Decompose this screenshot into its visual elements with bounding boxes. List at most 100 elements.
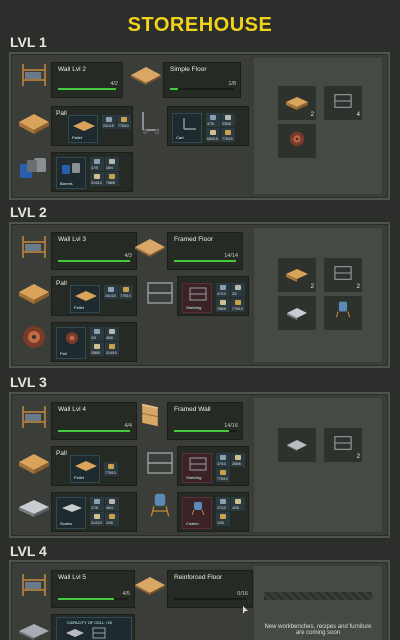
upgrade-count: 4/5 bbox=[122, 591, 130, 597]
storage-slot[interactable]: 2 bbox=[324, 258, 362, 292]
scale-icon bbox=[62, 504, 82, 512]
recipe-subcard[interactable]: Cart bbox=[172, 113, 202, 143]
storage-slot[interactable] bbox=[278, 428, 316, 462]
storage-area: 2 4 bbox=[254, 58, 382, 194]
upgrade-progress bbox=[58, 88, 116, 90]
pallet-icon bbox=[75, 461, 97, 471]
craft-card[interactable]: Pall Pallet 241/20 775/10 bbox=[51, 276, 137, 316]
recipe-subcard[interactable]: Scales bbox=[56, 497, 86, 529]
rack-icon bbox=[147, 282, 173, 304]
upgrade-card[interactable]: Framed Wall 14/16 bbox=[167, 402, 243, 440]
recipe-subcard[interactable]: Shelving bbox=[182, 453, 212, 483]
resource-item: 10/6 bbox=[216, 512, 230, 526]
upgrade-count: 4/3 bbox=[124, 253, 132, 259]
recipe-label: Pall bbox=[60, 351, 67, 356]
resource-item: 775/10 bbox=[104, 462, 118, 476]
upgrade-card[interactable]: Reinforced Floor 0/16 bbox=[167, 570, 253, 608]
cable-reel-icon bbox=[289, 131, 305, 147]
resource-list: 47/10 42/8 10/6 bbox=[216, 497, 245, 526]
craft-card[interactable]: Cistern 47/10 42/8 10/6 bbox=[177, 492, 249, 532]
upgrade-card[interactable]: Wall Lvl 3 4/3 bbox=[51, 232, 137, 270]
recipe-subcard[interactable]: Pallet bbox=[70, 285, 100, 313]
metal-plate-icon bbox=[19, 624, 49, 640]
resource-item: 775/15 bbox=[221, 128, 235, 142]
upgrade-count: 14/14 bbox=[224, 253, 238, 259]
storage-slot[interactable]: 2 bbox=[324, 428, 362, 462]
cistern-icon bbox=[150, 493, 170, 517]
wall-rack-icon bbox=[22, 64, 46, 86]
wooden-floor-icon bbox=[131, 67, 161, 85]
pallet-icon bbox=[75, 291, 97, 301]
recipe-label: Shelving bbox=[186, 475, 202, 480]
storage-slot[interactable]: 2 bbox=[278, 86, 316, 120]
upgrade-progress bbox=[58, 260, 130, 262]
wooden-floor-icon bbox=[135, 577, 165, 595]
rack-icon bbox=[147, 452, 173, 474]
level-panel: 2 4 Wall Lvl 2 4/2 Simple Floor 1/8 Pall… bbox=[9, 52, 390, 200]
craft-card[interactable]: Barrels 47/5 15/4 314/10 798/8 bbox=[51, 152, 133, 192]
storage-area: New workbenches, recipes and furniture a… bbox=[254, 566, 382, 640]
cable-reel-icon bbox=[66, 332, 78, 344]
recipe-subcard[interactable]: Cistern bbox=[182, 497, 212, 529]
recipe-subcard[interactable]: Barrels bbox=[56, 157, 86, 189]
resource-list: 47/10 2/2 258/8 775/10 bbox=[216, 283, 245, 312]
wall-rack-icon bbox=[22, 574, 46, 596]
resource-list: 775/10 bbox=[104, 462, 133, 476]
craft-card[interactable]: CAPACITY OF CELL +20 bbox=[51, 614, 135, 640]
upgrade-progress bbox=[174, 598, 246, 600]
craft-card[interactable]: Shelving 47/10 258/8 775/10 bbox=[177, 446, 249, 486]
storage-slot[interactable]: 2 bbox=[278, 258, 316, 292]
craft-card[interactable]: Pall 2/5 45/8 258/8 314/10 bbox=[51, 322, 137, 362]
locked-slot bbox=[264, 592, 372, 600]
resource-item: 258/8 bbox=[90, 342, 104, 356]
recipe-label: Cistern bbox=[186, 521, 199, 526]
upgrade-card[interactable]: Wall Lvl 2 4/2 bbox=[51, 62, 123, 98]
craft-name: Pall bbox=[56, 280, 67, 287]
resource-item: 775/10 bbox=[216, 468, 230, 482]
craft-card[interactable]: Shelving 47/10 2/2 258/8 775/10 bbox=[177, 276, 249, 316]
resource-item: 314/10 bbox=[90, 172, 104, 186]
resource-item: 258/8 bbox=[231, 453, 245, 467]
resource-item: 2/5 bbox=[90, 327, 104, 341]
craft-card[interactable]: Pall Pallet 241/15 775/10 bbox=[51, 106, 133, 146]
upgrade-name: Simple Floor bbox=[170, 66, 207, 73]
upgrade-card[interactable]: Framed Floor 14/14 bbox=[167, 232, 243, 270]
upgrade-count: 4/4 bbox=[124, 423, 132, 429]
upgrade-card[interactable]: Wall Lvl 4 4/4 bbox=[51, 402, 137, 440]
upgrade-name: Framed Wall bbox=[174, 406, 211, 413]
craft-card[interactable]: Pall Pallet 775/10 bbox=[51, 446, 137, 486]
storage-slot[interactable] bbox=[324, 296, 362, 330]
recipe-subcard[interactable]: CAPACITY OF CELL +20 bbox=[56, 617, 132, 640]
recipe-subcard[interactable]: Pallet bbox=[70, 455, 100, 483]
recipe-label: Pallet bbox=[74, 305, 85, 310]
cistern-icon bbox=[191, 502, 205, 515]
storage-area: 2 2 bbox=[254, 228, 382, 362]
metal-plate-icon bbox=[287, 440, 307, 451]
resource-item: 241/20 bbox=[104, 285, 118, 299]
upgrade-progress bbox=[174, 260, 236, 262]
recipe-subcard[interactable]: Pall bbox=[56, 327, 86, 359]
resource-item: 46/4 bbox=[105, 497, 119, 511]
storage-slot[interactable]: 4 bbox=[324, 86, 362, 120]
wooden-floor-icon bbox=[135, 239, 165, 257]
upgrade-card[interactable]: Wall Lvl 5 4/5 bbox=[51, 570, 135, 608]
resource-list: 27/8 46/4 314/10 10/6 bbox=[90, 497, 119, 526]
craft-card[interactable]: Cart 47/5 235/8 659/15 775/15 bbox=[167, 106, 249, 146]
scale-icon bbox=[287, 308, 307, 320]
wall-rack-icon bbox=[22, 236, 46, 258]
storage-slot[interactable] bbox=[278, 124, 316, 158]
resource-item: 241/15 bbox=[102, 115, 116, 129]
craft-name: Pall bbox=[56, 110, 67, 117]
cable-reel-icon bbox=[23, 326, 45, 348]
storage-qty: 2 bbox=[356, 284, 360, 290]
craft-card[interactable]: Scales 27/8 46/4 314/10 10/6 bbox=[51, 492, 137, 532]
pallet-icon bbox=[19, 114, 49, 134]
pallet-icon bbox=[286, 97, 308, 110]
resource-item: 314/10 bbox=[105, 342, 119, 356]
resource-item: 47/10 bbox=[216, 283, 230, 297]
storage-slot[interactable] bbox=[278, 296, 316, 330]
level-label: LVL 3 bbox=[10, 374, 47, 390]
recipe-subcard[interactable]: Pallet bbox=[68, 115, 98, 143]
upgrade-card[interactable]: Simple Floor 1/8 bbox=[163, 62, 241, 98]
recipe-subcard[interactable]: Shelving bbox=[182, 283, 212, 313]
